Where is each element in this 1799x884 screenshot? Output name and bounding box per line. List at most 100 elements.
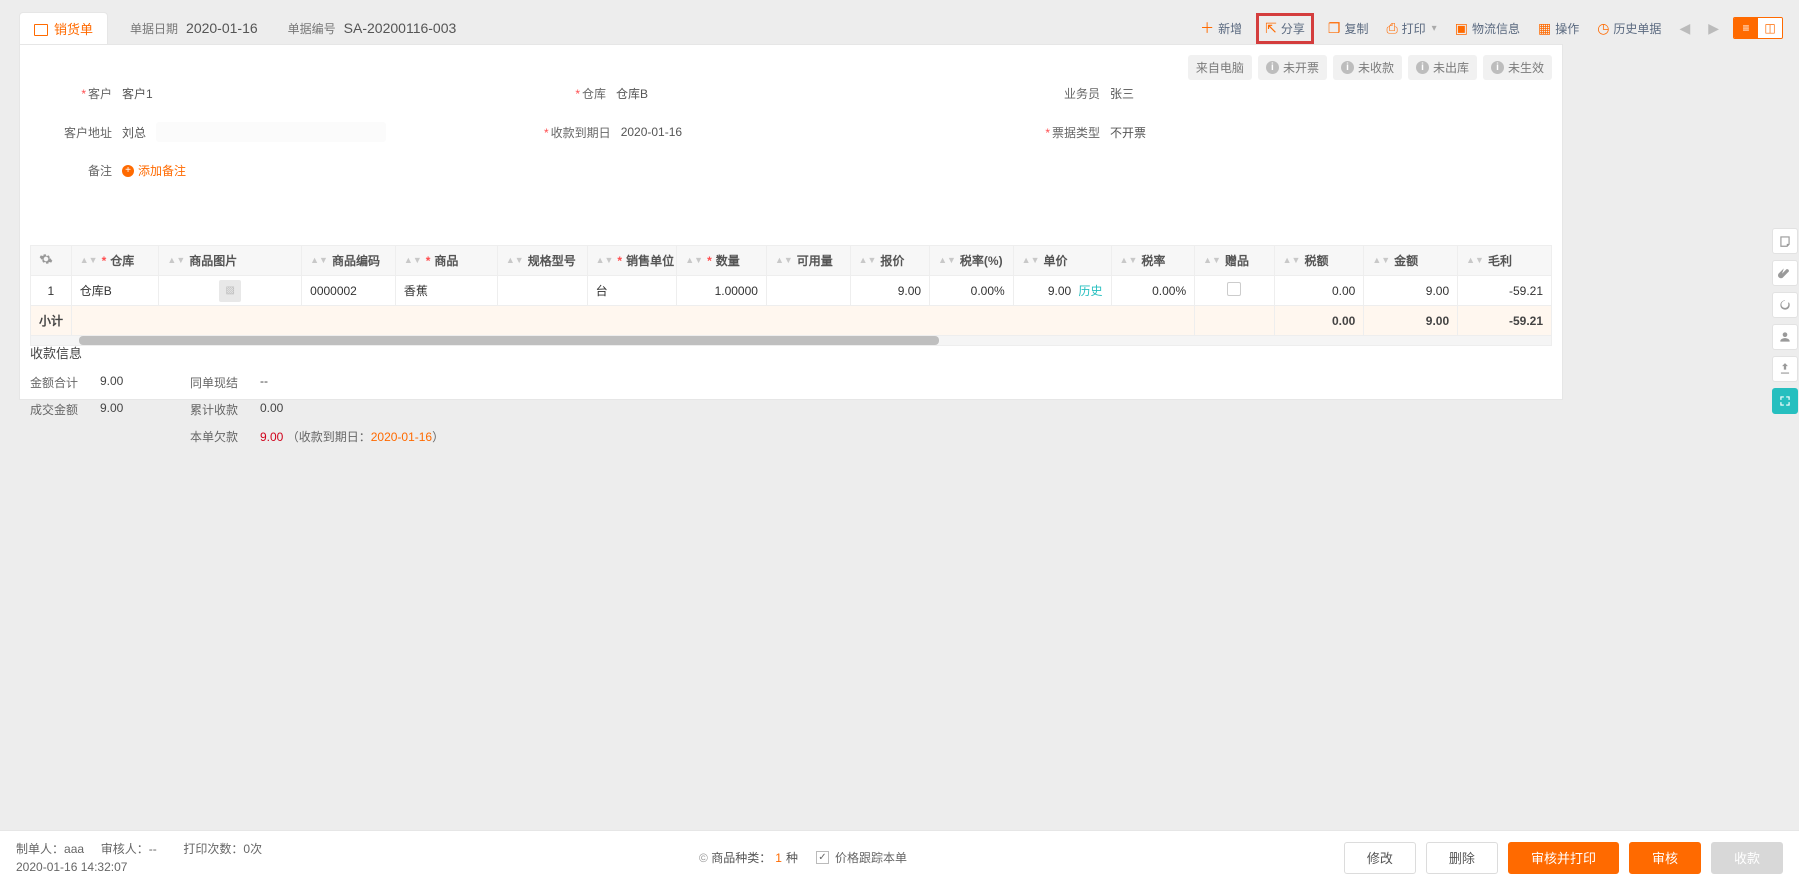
info-icon: i [1266, 61, 1279, 74]
caret-down-icon: ▾ [1432, 23, 1437, 34]
col-discount[interactable]: ▲▼税率(%) [930, 246, 1014, 276]
col-profit[interactable]: ▲▼毛利 [1458, 246, 1552, 276]
cell-amount: 9.00 [1364, 276, 1458, 306]
doc-no-value: SA-20200116-003 [344, 20, 457, 36]
col-taxrate[interactable]: ▲▼税率 [1111, 246, 1195, 276]
side-user-button[interactable] [1772, 324, 1798, 350]
audit-print-button[interactable]: 审核并打印 [1508, 842, 1619, 874]
footer-timestamp: 2020-01-16 14:32:07 [16, 858, 262, 876]
status-uneffective: i未生效 [1483, 55, 1552, 80]
edit-button[interactable]: 修改 [1344, 842, 1416, 874]
info-icon: i [1491, 61, 1504, 74]
image-icon: ▧ [219, 280, 241, 302]
table-row[interactable]: 1 仓库B ▧ 0000002 香蕉 台 1.00000 9.00 0.00% … [31, 276, 1552, 306]
field-salesman: 业务员 张三 [1038, 85, 1532, 102]
add-remark-link[interactable]: + 添加备注 [122, 162, 186, 179]
tab-sales-order[interactable]: 销货单 [19, 12, 108, 44]
price-follow-checkbox[interactable]: ✓ 价格跟踪本单 [816, 849, 907, 866]
cell-product: 香蕉 [395, 276, 497, 306]
doc-date-value: 2020-01-16 [186, 20, 258, 36]
cell-image: ▧ [159, 276, 302, 306]
grid-icon: ▦ [1538, 21, 1551, 35]
doc-date-label: 单据日期 [130, 20, 178, 37]
tab-title: 销货单 [54, 19, 93, 38]
cell-code: 0000002 [302, 276, 396, 306]
goods-kind: © 商品种类：1种 [699, 849, 798, 866]
share-button[interactable]: ⇱ 分享 [1256, 13, 1314, 44]
plus-circle-icon: + [122, 165, 134, 177]
status-source: 来自电脑 [1188, 55, 1252, 80]
col-gift[interactable]: ▲▼赠品 [1195, 246, 1275, 276]
doc-info: 单据日期 2020-01-16 单据编号 SA-20200116-003 [130, 20, 456, 37]
history-button[interactable]: ◷ 历史单据 [1593, 18, 1665, 39]
cell-tax: 0.00 [1274, 276, 1364, 306]
gear-icon [39, 252, 53, 266]
logistics-button[interactable]: ▣ 物流信息 [1451, 18, 1524, 39]
side-note-button[interactable] [1772, 228, 1798, 254]
field-customer: *客户 客户1 [50, 85, 544, 102]
doc-icon [34, 22, 48, 36]
price-history-link[interactable]: 历史 [1079, 284, 1103, 298]
pay-total: 金额合计9.00 [30, 374, 190, 391]
payinfo-title: 收款信息 [30, 343, 450, 362]
col-spec[interactable]: ▲▼规格型号 [497, 246, 587, 276]
side-export-button[interactable] [1772, 356, 1798, 382]
field-address: 客户地址 刘总 [50, 122, 544, 142]
view-switch[interactable]: ≡ ◫ [1733, 17, 1783, 39]
cell-gift[interactable] [1195, 276, 1275, 306]
cell-profit: -59.21 [1458, 276, 1552, 306]
footer-meta: 制单人：aaa 审核人：-- 打印次数：0次 2020-01-16 14:32:… [16, 840, 262, 876]
subtotal-label: 小计 [31, 306, 72, 336]
info-icon: i [1416, 61, 1429, 74]
info-icon: i [1341, 61, 1354, 74]
audit-button[interactable]: 审核 [1629, 842, 1701, 874]
status-unout: i未出库 [1408, 55, 1477, 80]
new-button[interactable]: ＋ 新增 [1196, 18, 1246, 39]
cell-unit: 台 [587, 276, 677, 306]
print-button[interactable]: ⎙ 打印 ▾ [1382, 18, 1440, 39]
col-available[interactable]: ▲▼可用量 [766, 246, 850, 276]
note-icon [1778, 234, 1792, 248]
col-price[interactable]: ▲▼单价 [1013, 246, 1111, 276]
subtotal-tax: 0.00 [1274, 306, 1364, 336]
col-warehouse[interactable]: ▲▼*仓库 [71, 246, 159, 276]
print-icon: ⎙ [1386, 21, 1397, 35]
operate-button[interactable]: ▦ 操作 [1534, 18, 1583, 39]
export-icon [1778, 362, 1792, 376]
plus-icon: ＋ [1200, 21, 1214, 35]
checkbox-icon: ✓ [816, 851, 829, 864]
side-attach-button[interactable] [1772, 260, 1798, 286]
field-remark: 备注 + 添加备注 [50, 162, 544, 179]
pager-prev[interactable]: ◀ [1675, 20, 1694, 37]
status-unreceived: i未收款 [1333, 55, 1402, 80]
view-list-icon[interactable]: ≡ [1734, 18, 1758, 38]
pay-accum: 累计收款0.00 [190, 401, 450, 418]
user-icon [1778, 330, 1792, 344]
col-code[interactable]: ▲▼商品编码 [302, 246, 396, 276]
col-product[interactable]: ▲▼*商品 [395, 246, 497, 276]
delete-button[interactable]: 删除 [1426, 842, 1498, 874]
cell-spec [497, 276, 587, 306]
view-detail-icon[interactable]: ◫ [1758, 18, 1782, 38]
col-gear[interactable] [31, 246, 72, 276]
pager-next[interactable]: ▶ [1704, 20, 1723, 37]
line-items-table: ▲▼*仓库 ▲▼商品图片 ▲▼商品编码 ▲▼*商品 ▲▼规格型号 ▲▼*销售单位… [30, 245, 1552, 336]
status-uninvoiced: i未开票 [1258, 55, 1327, 80]
refresh-icon [1778, 298, 1792, 312]
copy-button[interactable]: ❐ 复制 [1324, 18, 1373, 39]
cell-quote: 9.00 [850, 276, 930, 306]
receive-button[interactable]: 收款 [1711, 842, 1783, 874]
side-refresh-button[interactable] [1772, 292, 1798, 318]
gift-checkbox[interactable] [1227, 282, 1241, 296]
doc-no-label: 单据编号 [288, 20, 336, 37]
col-tax[interactable]: ▲▼税额 [1274, 246, 1364, 276]
cell-qty: 1.00000 [677, 276, 767, 306]
col-unit[interactable]: ▲▼*销售单位 [587, 246, 677, 276]
attachment-icon [1778, 266, 1792, 280]
col-quote[interactable]: ▲▼报价 [850, 246, 930, 276]
col-image[interactable]: ▲▼商品图片 [159, 246, 302, 276]
col-qty[interactable]: ▲▼*数量 [677, 246, 767, 276]
col-amount[interactable]: ▲▼金额 [1364, 246, 1458, 276]
side-expand-button[interactable] [1772, 388, 1798, 414]
field-invtype: *票据类型 不开票 [1038, 122, 1532, 142]
